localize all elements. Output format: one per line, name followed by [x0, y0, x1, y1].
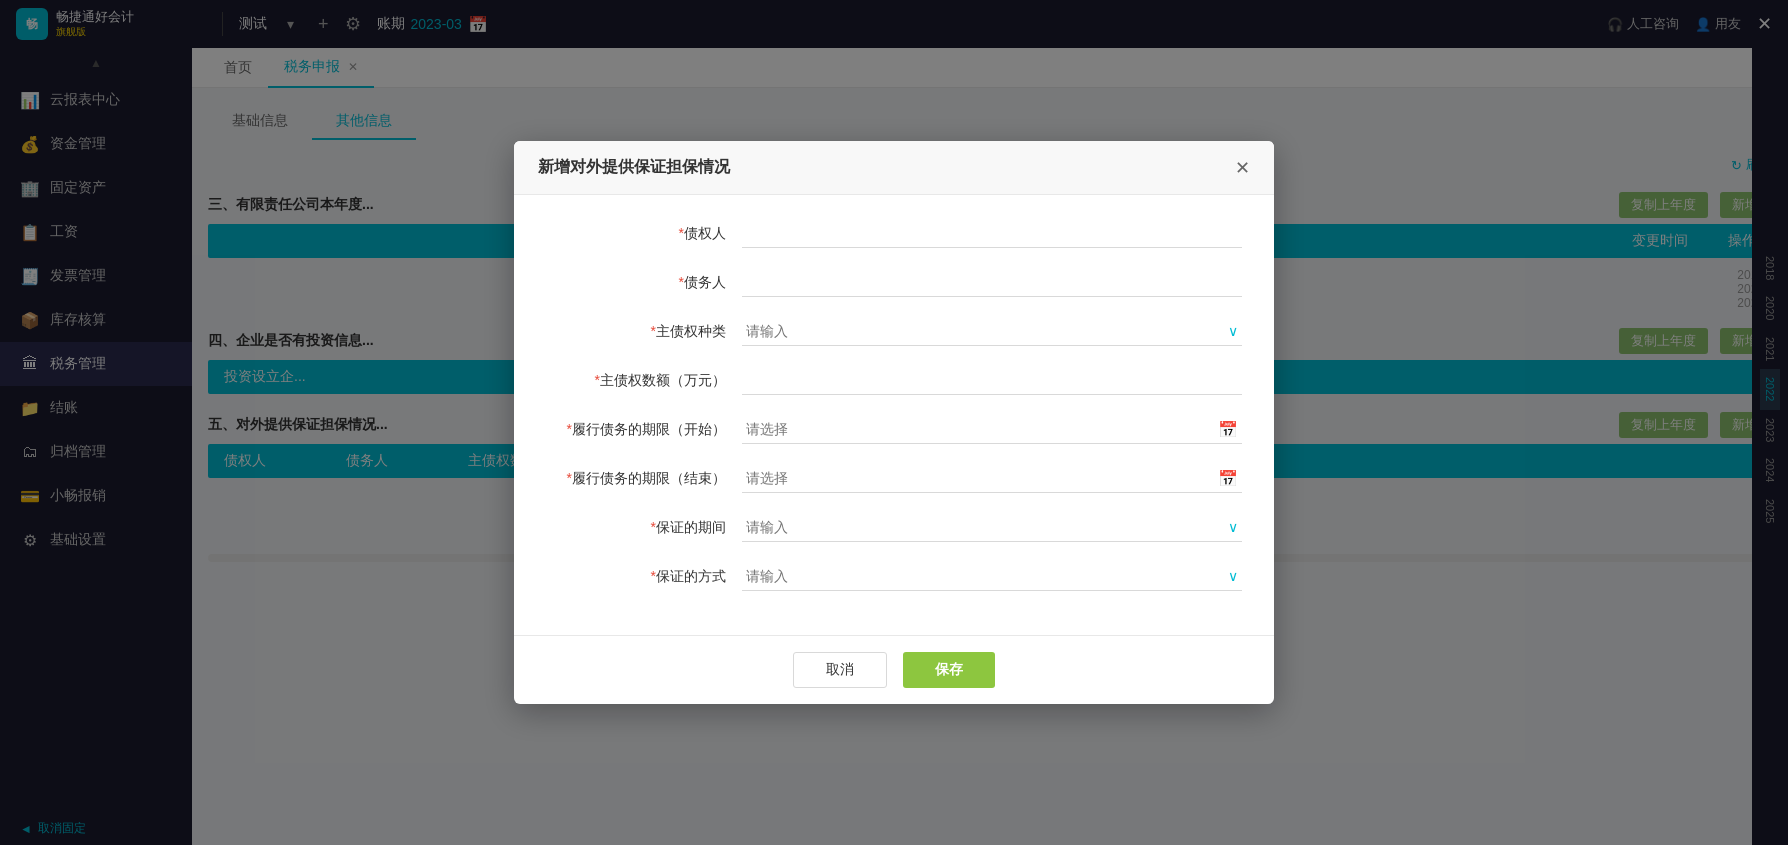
label-period-start: *履行债务的期限（开始） [546, 421, 726, 439]
form-row-creditor: *债权人 [546, 219, 1242, 248]
cancel-button[interactable]: 取消 [793, 652, 887, 688]
select-claim-type[interactable]: ∨ [742, 317, 1242, 346]
modal-footer: 取消 保存 [514, 635, 1274, 704]
date-period-end[interactable]: 📅 [742, 464, 1242, 493]
modal-close-button[interactable]: ✕ [1235, 159, 1250, 177]
input-period-start[interactable] [742, 415, 1214, 443]
label-debtor: *债务人 [546, 274, 726, 292]
save-button[interactable]: 保存 [903, 652, 995, 688]
period-end-calendar-icon[interactable]: 📅 [1214, 465, 1242, 492]
period-start-calendar-icon[interactable]: 📅 [1214, 416, 1242, 443]
modal-title: 新增对外提供保证担保情况 [538, 157, 730, 178]
input-claim-type[interactable] [742, 317, 1224, 345]
date-period-start[interactable]: 📅 [742, 415, 1242, 444]
form-row-guarantee-method: *保证的方式 ∨ [546, 562, 1242, 591]
input-guarantee-method[interactable] [742, 562, 1224, 590]
input-guarantee-period[interactable] [742, 513, 1224, 541]
input-period-end[interactable] [742, 464, 1214, 492]
label-claim-type: *主债权种类 [546, 323, 726, 341]
select-guarantee-period[interactable]: ∨ [742, 513, 1242, 542]
modal-body: *债权人 *债务人 *主债权种类 ∨ [514, 195, 1274, 635]
select-guarantee-method[interactable]: ∨ [742, 562, 1242, 591]
modal-header: 新增对外提供保证担保情况 ✕ [514, 141, 1274, 195]
label-creditor: *债权人 [546, 225, 726, 243]
form-row-claim-amount: *主债权数额（万元） [546, 366, 1242, 395]
input-creditor[interactable] [742, 219, 1242, 248]
input-claim-amount[interactable] [742, 366, 1242, 395]
guarantee-period-dropdown-icon[interactable]: ∨ [1224, 515, 1242, 539]
form-row-guarantee-period: *保证的期间 ∨ [546, 513, 1242, 542]
label-guarantee-period: *保证的期间 [546, 519, 726, 537]
claim-type-dropdown-icon[interactable]: ∨ [1224, 319, 1242, 343]
form-row-period-end: *履行债务的期限（结束） 📅 [546, 464, 1242, 493]
modal-overlay: 新增对外提供保证担保情况 ✕ *债权人 *债务人 *主债权种类 [0, 0, 1788, 845]
form-row-debtor: *债务人 [546, 268, 1242, 297]
form-row-period-start: *履行债务的期限（开始） 📅 [546, 415, 1242, 444]
form-row-claim-type: *主债权种类 ∨ [546, 317, 1242, 346]
input-debtor[interactable] [742, 268, 1242, 297]
guarantee-method-dropdown-icon[interactable]: ∨ [1224, 564, 1242, 588]
label-period-end: *履行债务的期限（结束） [546, 470, 726, 488]
label-claim-amount: *主债权数额（万元） [546, 372, 726, 390]
modal-dialog: 新增对外提供保证担保情况 ✕ *债权人 *债务人 *主债权种类 [514, 141, 1274, 704]
label-guarantee-method: *保证的方式 [546, 568, 726, 586]
